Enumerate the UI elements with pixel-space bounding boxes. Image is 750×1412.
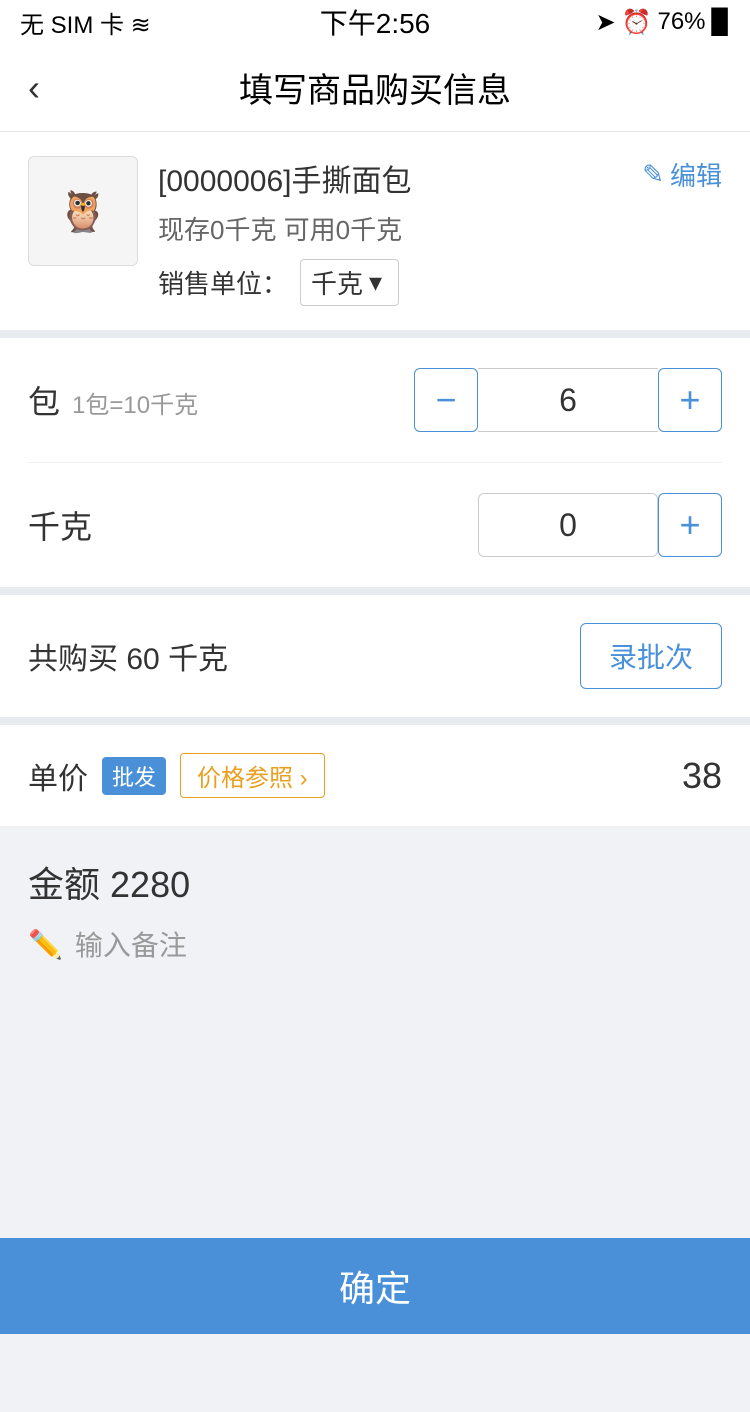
increment-kg-button[interactable]: + — [658, 493, 722, 557]
amount-section: 金额 2280 ✏️ 输入备注 — [0, 828, 750, 992]
quantity-input-kg[interactable] — [478, 493, 658, 557]
unit-dropdown[interactable]: 千克 ▾ — [300, 259, 399, 306]
price-section: 单价 批发 价格参照 › 38 — [0, 725, 750, 828]
total-section: 共购买 60 千克 录批次 — [0, 595, 750, 725]
bag-hint: 1包=10千克 — [72, 385, 198, 420]
total-amount-value: 60 — [126, 643, 159, 676]
quantity-row-kg: 千克 + — [28, 463, 722, 587]
price-tag-pifa: 批发 — [102, 757, 166, 795]
total-prefix: 共购买 — [28, 643, 118, 676]
product-info: [0000006]手撕面包 现存0千克 可用0千克 销售单位： 千克 ▾ — [158, 156, 722, 306]
status-right: ➤ ⏰ 76% ▉ — [595, 8, 730, 37]
dropdown-arrow-icon: ▾ — [369, 267, 382, 298]
pencil-icon: ✏️ — [28, 928, 63, 961]
quantity-controls-bag: − + — [414, 368, 722, 432]
sim-status: 无 SIM 卡 ≋ — [20, 5, 151, 40]
battery-icon: ▉ — [712, 8, 730, 37]
unit-label: 销售单位： — [158, 264, 288, 301]
edit-label: 编辑 — [670, 156, 722, 193]
status-time: 下午2:56 — [320, 2, 431, 42]
product-image: 🦉 — [28, 156, 138, 266]
quantity-label-bag: 包 1包=10千克 — [28, 377, 198, 423]
product-unit-row: 销售单位： 千克 ▾ — [158, 259, 722, 306]
product-stock: 现存0千克 可用0千克 — [158, 210, 722, 247]
battery-text: 76% — [657, 8, 705, 36]
alarm-icon: ⏰ — [622, 8, 652, 37]
price-ref-button[interactable]: 价格参照 › — [180, 753, 325, 798]
increment-bag-button[interactable]: + — [658, 368, 722, 432]
product-card: 🦉 [0000006]手撕面包 现存0千克 可用0千克 销售单位： 千克 ▾ ✎… — [0, 132, 750, 338]
amount-label: 金额 — [28, 864, 100, 905]
nav-bar: ‹ 填写商品购买信息 — [0, 44, 750, 132]
quantity-input-bag[interactable] — [478, 368, 658, 432]
price-label: 单价 — [28, 754, 88, 798]
price-left: 单价 批发 价格参照 › — [28, 753, 325, 798]
remark-label: 输入备注 — [75, 924, 187, 964]
quantity-label-kg: 千克 — [28, 502, 92, 548]
product-name: [0000006]手撕面包 — [158, 156, 722, 200]
confirm-button[interactable]: 确定 — [0, 1238, 750, 1334]
price-value: 38 — [682, 755, 722, 797]
quantity-section: 包 1包=10千克 − + 千克 + — [0, 338, 750, 595]
page-title: 填写商品购买信息 — [239, 63, 511, 112]
quantity-controls-kg: + — [478, 493, 722, 557]
batch-button[interactable]: 录批次 — [580, 623, 722, 689]
location-icon: ➤ — [595, 8, 615, 37]
unit-value: 千克 — [311, 264, 363, 301]
decrement-bag-button[interactable]: − — [414, 368, 478, 432]
total-unit-value: 千克 — [168, 643, 228, 676]
status-bar: 无 SIM 卡 ≋ 下午2:56 ➤ ⏰ 76% ▉ — [0, 0, 750, 44]
kg-unit-label: 千克 — [28, 502, 92, 548]
bag-unit-label: 包 — [28, 377, 60, 423]
edit-icon: ✎ — [642, 159, 664, 190]
total-text: 共购买 60 千克 — [28, 634, 228, 678]
amount-row: 金额 2280 — [28, 856, 722, 908]
status-left: 无 SIM 卡 ≋ — [20, 5, 151, 40]
bottom-space — [0, 992, 750, 1412]
owl-logo-icon: 🦉 — [58, 188, 108, 235]
remark-row[interactable]: ✏️ 输入备注 — [28, 924, 722, 964]
back-button[interactable]: ‹ — [28, 67, 40, 109]
edit-button[interactable]: ✎ 编辑 — [642, 156, 722, 193]
amount-value: 2280 — [110, 864, 190, 905]
quantity-row-bag: 包 1包=10千克 − + — [28, 338, 722, 463]
